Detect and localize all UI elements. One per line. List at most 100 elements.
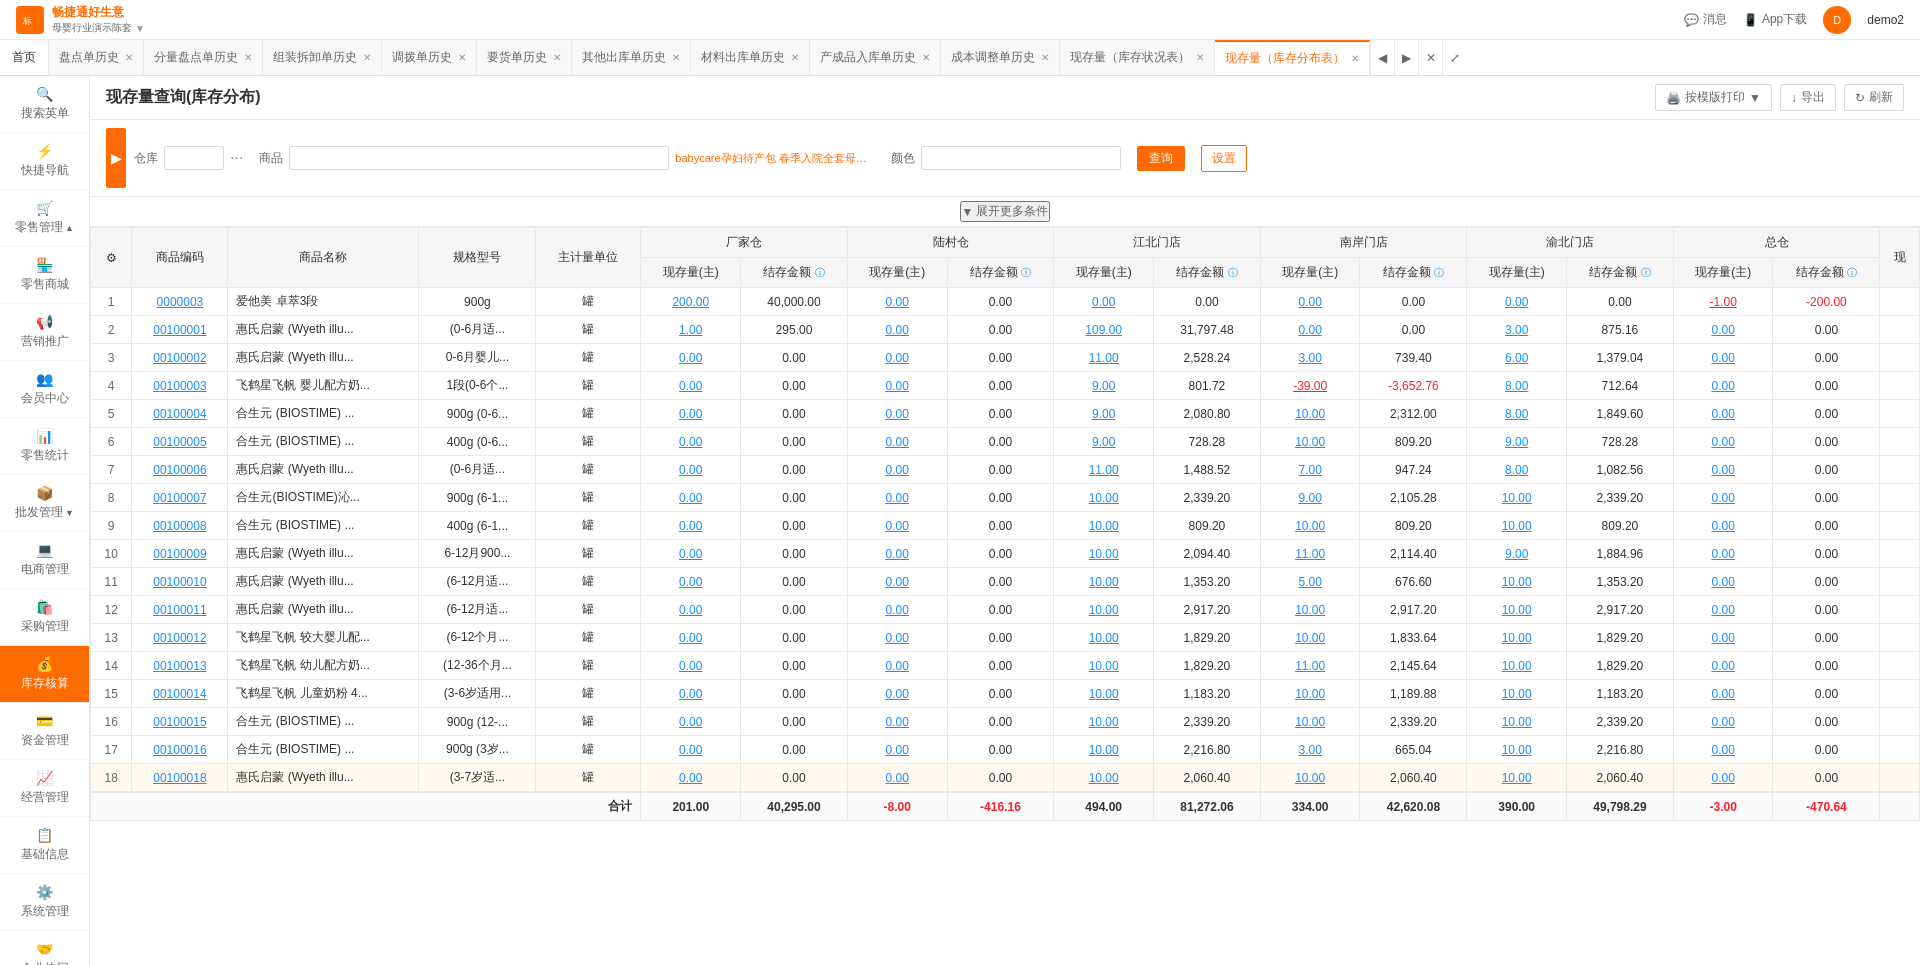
- row-code[interactable]: 00100001: [132, 316, 228, 344]
- row-factory-qty[interactable]: 200.00: [641, 288, 741, 316]
- row-yubei-qty[interactable]: 10.00: [1467, 708, 1567, 736]
- tab-qita[interactable]: 其他出库单历史 ✕: [572, 40, 691, 76]
- row-jiangbei-qty[interactable]: 0.00: [1054, 288, 1154, 316]
- row-jiangbei-qty[interactable]: 10.00: [1054, 736, 1154, 764]
- tab-close-icon[interactable]: ✕: [125, 52, 133, 63]
- row-code[interactable]: 00100006: [132, 456, 228, 484]
- row-code[interactable]: 00100005: [132, 428, 228, 456]
- row-lucun-qty[interactable]: 0.00: [847, 652, 947, 680]
- sidebar-item-system[interactable]: ⚙️ 系统管理: [0, 874, 89, 931]
- refresh-btn[interactable]: ↻ 刷新: [1844, 84, 1904, 111]
- row-yubei-qty[interactable]: 6.00: [1467, 344, 1567, 372]
- row-total-qty[interactable]: 0.00: [1673, 624, 1773, 652]
- tab-close-icon[interactable]: ✕: [791, 52, 799, 63]
- message-btn[interactable]: 💬 消息: [1684, 11, 1727, 28]
- app-download-btn[interactable]: 📱 App下载: [1743, 11, 1807, 28]
- row-nanan-qty[interactable]: 3.00: [1260, 344, 1360, 372]
- row-yubei-qty[interactable]: 8.00: [1467, 400, 1567, 428]
- row-nanan-qty[interactable]: 10.00: [1260, 428, 1360, 456]
- th-settings[interactable]: ⚙: [91, 228, 132, 288]
- row-yubei-qty[interactable]: 8.00: [1467, 456, 1567, 484]
- row-nanan-qty[interactable]: 0.00: [1260, 288, 1360, 316]
- row-code[interactable]: 00100007: [132, 484, 228, 512]
- tab-close-icon[interactable]: ✕: [1196, 52, 1204, 63]
- row-total-qty[interactable]: 0.00: [1673, 456, 1773, 484]
- row-code[interactable]: 00100011: [132, 596, 228, 624]
- subtitle-dropdown-icon[interactable]: ▼: [135, 23, 145, 34]
- row-factory-qty[interactable]: 0.00: [641, 456, 741, 484]
- row-code[interactable]: 0000003: [132, 288, 228, 316]
- sidebar-item-finance[interactable]: 💳 资金管理: [0, 703, 89, 760]
- row-total-qty[interactable]: 0.00: [1673, 540, 1773, 568]
- row-total-qty[interactable]: 0.00: [1673, 680, 1773, 708]
- query-btn[interactable]: 查询: [1137, 146, 1185, 171]
- row-lucun-qty[interactable]: 0.00: [847, 680, 947, 708]
- tab-home[interactable]: 首页: [0, 40, 49, 76]
- row-lucun-qty[interactable]: 0.00: [847, 372, 947, 400]
- tab-chancheng[interactable]: 产成品入库单历史 ✕: [810, 40, 941, 76]
- sidebar-item-inventory[interactable]: 💰 库存核算: [0, 646, 89, 703]
- row-nanan-qty[interactable]: 10.00: [1260, 708, 1360, 736]
- sidebar-item-retail-mall[interactable]: 🏪 零售商城: [0, 247, 89, 304]
- row-jiangbei-qty[interactable]: 10.00: [1054, 764, 1154, 793]
- row-yubei-qty[interactable]: 10.00: [1467, 764, 1567, 793]
- row-yubei-qty[interactable]: 3.00: [1467, 316, 1567, 344]
- row-factory-qty[interactable]: 0.00: [641, 624, 741, 652]
- row-jiangbei-qty[interactable]: 9.00: [1054, 428, 1154, 456]
- tab-chengben[interactable]: 成本调整单历史 ✕: [941, 40, 1060, 76]
- row-nanan-qty[interactable]: 7.00: [1260, 456, 1360, 484]
- row-total-qty[interactable]: 0.00: [1673, 316, 1773, 344]
- row-yubei-qty[interactable]: 10.00: [1467, 680, 1567, 708]
- row-jiangbei-qty[interactable]: 109.00: [1054, 316, 1154, 344]
- tab-close-icon[interactable]: ✕: [553, 52, 561, 63]
- tab-close-all-btn[interactable]: ✕: [1418, 40, 1442, 76]
- row-factory-qty[interactable]: 0.00: [641, 596, 741, 624]
- row-factory-qty[interactable]: 0.00: [641, 400, 741, 428]
- row-lucun-qty[interactable]: 0.00: [847, 568, 947, 596]
- settings-icon[interactable]: ⚙: [106, 251, 117, 265]
- row-jiangbei-qty[interactable]: 10.00: [1054, 624, 1154, 652]
- row-nanan-qty[interactable]: 11.00: [1260, 540, 1360, 568]
- row-code[interactable]: 00100015: [132, 708, 228, 736]
- row-factory-qty[interactable]: 0.00: [641, 512, 741, 540]
- row-factory-qty[interactable]: 0.00: [641, 680, 741, 708]
- tab-close-icon[interactable]: ✕: [458, 52, 466, 63]
- settings-btn[interactable]: 设置: [1201, 145, 1247, 172]
- sidebar-item-quicknav[interactable]: ⚡ 快捷导航: [0, 133, 89, 190]
- row-total-qty[interactable]: 0.00: [1673, 736, 1773, 764]
- tab-fenpan[interactable]: 分量盘点单历史 ✕: [144, 40, 263, 76]
- print-btn[interactable]: 🖨️ 按模版打印 ▼: [1655, 84, 1772, 111]
- row-factory-qty[interactable]: 0.00: [641, 372, 741, 400]
- row-nanan-qty[interactable]: 10.00: [1260, 764, 1360, 793]
- tab-close-icon[interactable]: ✕: [672, 52, 680, 63]
- sidebar-item-marketing[interactable]: 📢 营销推广: [0, 304, 89, 361]
- row-factory-qty[interactable]: 0.00: [641, 652, 741, 680]
- tab-next-btn[interactable]: ▶: [1394, 40, 1418, 76]
- row-lucun-qty[interactable]: 0.00: [847, 540, 947, 568]
- row-nanan-qty[interactable]: 3.00: [1260, 736, 1360, 764]
- row-total-qty[interactable]: 0.00: [1673, 400, 1773, 428]
- row-lucun-qty[interactable]: 0.00: [847, 596, 947, 624]
- row-lucun-qty[interactable]: 0.00: [847, 484, 947, 512]
- user-avatar[interactable]: D: [1823, 6, 1851, 34]
- row-total-qty[interactable]: 0.00: [1673, 512, 1773, 540]
- row-code[interactable]: 00100010: [132, 568, 228, 596]
- tab-close-icon[interactable]: ✕: [244, 52, 252, 63]
- row-lucun-qty[interactable]: 0.00: [847, 708, 947, 736]
- row-code[interactable]: 00100016: [132, 736, 228, 764]
- row-lucun-qty[interactable]: 0.00: [847, 456, 947, 484]
- row-jiangbei-qty[interactable]: 10.00: [1054, 708, 1154, 736]
- tab-yaohuo[interactable]: 要货单历史 ✕: [477, 40, 572, 76]
- goods-input[interactable]: [289, 146, 669, 170]
- sidebar-item-wholesale[interactable]: 📦 批发管理 ▼: [0, 475, 89, 532]
- row-code[interactable]: 00100009: [132, 540, 228, 568]
- row-nanan-qty[interactable]: 10.00: [1260, 624, 1360, 652]
- row-factory-qty[interactable]: 0.00: [641, 764, 741, 793]
- sidebar-item-operations[interactable]: 📈 经营管理: [0, 760, 89, 817]
- row-nanan-qty[interactable]: 10.00: [1260, 400, 1360, 428]
- sidebar-item-retail-stats[interactable]: 📊 零售统计: [0, 418, 89, 475]
- row-factory-qty[interactable]: 0.00: [641, 428, 741, 456]
- row-yubei-qty[interactable]: 10.00: [1467, 512, 1567, 540]
- row-lucun-qty[interactable]: 0.00: [847, 428, 947, 456]
- expand-conditions-btn[interactable]: ▼ 展开更多条件: [960, 201, 1051, 222]
